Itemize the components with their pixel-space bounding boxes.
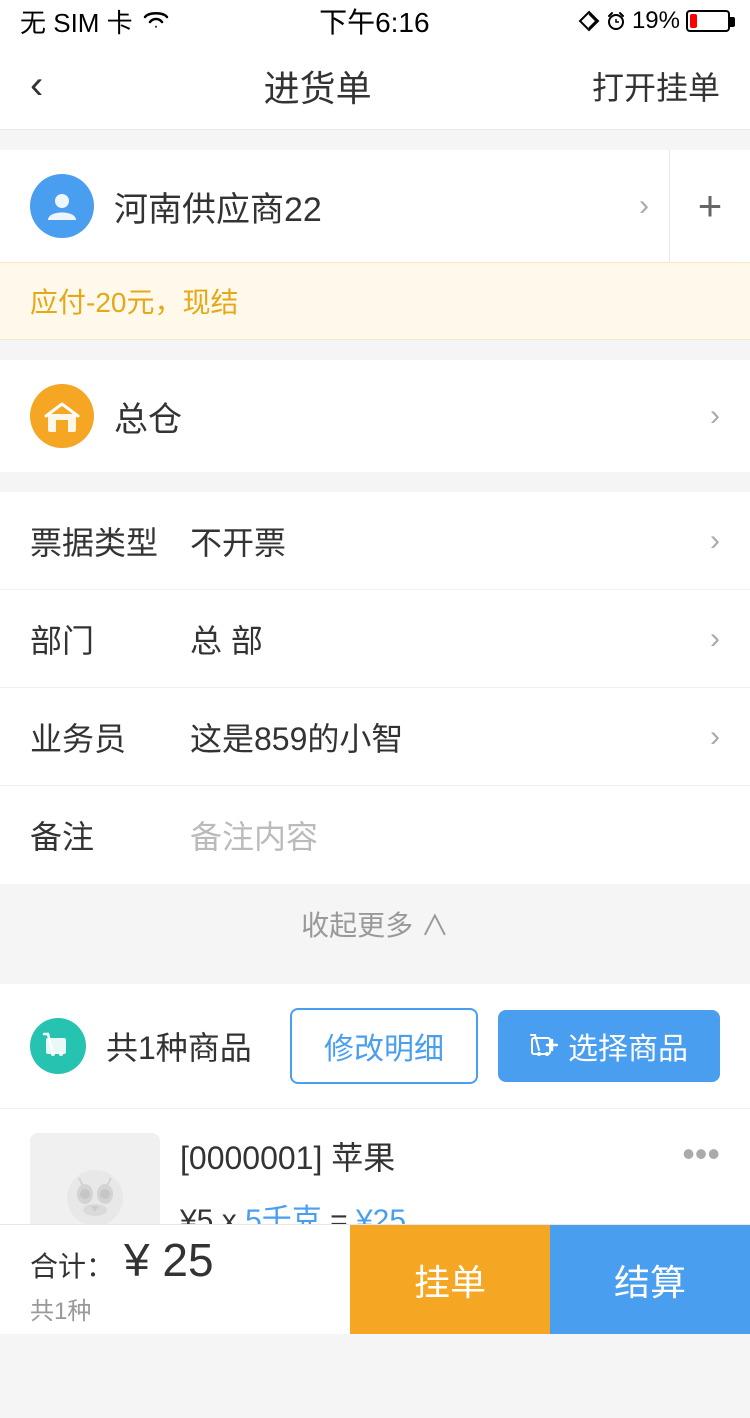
- nav-bar: ‹ 进货单 打开挂单: [0, 42, 750, 130]
- cart-icon: [42, 1030, 74, 1062]
- dept-row[interactable]: 部门 总 部 ›: [0, 590, 750, 688]
- status-time: 下午6:16: [319, 1, 430, 41]
- status-left: 无 SIM 卡: [20, 3, 171, 40]
- add-cart-icon: [530, 1032, 558, 1060]
- warehouse-icon: [44, 398, 80, 434]
- collapse-label: 收起更多 ∧: [301, 904, 449, 944]
- battery-icon: [686, 10, 730, 32]
- supplier-name: 河南供应商22: [114, 182, 639, 231]
- collapse-bar[interactable]: 收起更多 ∧: [0, 884, 750, 964]
- network-status: 无 SIM 卡: [20, 3, 133, 40]
- edit-detail-button[interactable]: 修改明细: [290, 1008, 478, 1084]
- gap-2: [0, 472, 750, 492]
- product-header: 共1种商品 修改明细 选择商品: [0, 984, 750, 1109]
- product-more-button[interactable]: •••: [682, 1133, 720, 1175]
- add-supplier-button[interactable]: +: [670, 150, 750, 262]
- dept-label: 部门: [30, 616, 170, 662]
- notice-bar: 应付-20元，现结: [0, 262, 750, 340]
- warehouse-name: 总仓: [114, 392, 710, 441]
- warehouse-icon-wrap: [30, 384, 94, 448]
- invoice-label: 票据类型: [30, 518, 170, 564]
- status-bar: 无 SIM 卡 下午6:16 19%: [0, 0, 750, 42]
- notice-text: 应付-20元，现结: [30, 287, 238, 318]
- hang-button[interactable]: 挂单: [350, 1225, 550, 1334]
- invoice-row[interactable]: 票据类型 不开票 ›: [0, 492, 750, 590]
- total-row: 合计： ¥ 25: [30, 1233, 320, 1287]
- gap-3: [0, 964, 750, 984]
- supplier-section: 河南供应商22 › +: [0, 150, 750, 262]
- remark-label: 备注: [30, 812, 170, 858]
- select-product-label: 选择商品: [568, 1024, 688, 1068]
- wifi-icon: [141, 10, 171, 32]
- sales-row[interactable]: 业务员 这是859的小智 ›: [0, 688, 750, 786]
- supplier-selector[interactable]: 河南供应商22 ›: [0, 150, 670, 262]
- battery-percent: 19%: [632, 7, 680, 35]
- warehouse-section[interactable]: 总仓 ›: [0, 360, 750, 472]
- alarm-icon: [606, 11, 626, 31]
- open-pending-button[interactable]: 打开挂单: [592, 63, 720, 109]
- form-section: 票据类型 不开票 › 部门 总 部 › 业务员 这是859的小智 › 备注 备注…: [0, 492, 750, 884]
- bottom-bar: 合计： ¥ 25 共1种 挂单 结算: [0, 1224, 750, 1334]
- product-name: 苹果: [331, 1140, 395, 1176]
- total-count: 共1种: [30, 1291, 320, 1326]
- sales-label: 业务员: [30, 714, 170, 760]
- invoice-value: 不开票: [170, 518, 710, 564]
- back-button[interactable]: ‹: [30, 63, 43, 108]
- chevron-right-icon: ›: [639, 189, 649, 223]
- total-section: 合计： ¥ 25 共1种: [0, 1225, 350, 1334]
- person-icon: [44, 188, 80, 224]
- chevron-right-icon-warehouse: ›: [710, 399, 720, 433]
- page-title: 进货单: [264, 60, 372, 112]
- gap-1: [0, 130, 750, 150]
- product-count: 共1种商品: [106, 1023, 270, 1069]
- status-right: 19%: [578, 7, 730, 35]
- select-product-button[interactable]: 选择商品: [498, 1010, 720, 1082]
- location-icon: [578, 10, 600, 32]
- product-icon-wrap: [30, 1018, 86, 1074]
- more-icon: •••: [682, 1133, 720, 1175]
- total-amount: ¥ 25: [124, 1233, 214, 1287]
- chevron-right-icon-dept: ›: [710, 622, 720, 656]
- chevron-right-icon-invoice: ›: [710, 524, 720, 558]
- chevron-right-icon-sales: ›: [710, 720, 720, 754]
- sales-value: 这是859的小智: [170, 714, 710, 760]
- product-code: [0000001]: [180, 1140, 322, 1176]
- supplier-avatar: [30, 174, 94, 238]
- remark-input[interactable]: 备注内容: [170, 812, 720, 858]
- product-title: [0000001] 苹果: [180, 1133, 662, 1179]
- settle-button[interactable]: 结算: [550, 1225, 750, 1334]
- remark-row[interactable]: 备注 备注内容: [0, 786, 750, 884]
- dept-value: 总 部: [170, 616, 710, 662]
- total-label: 合计：: [30, 1245, 114, 1285]
